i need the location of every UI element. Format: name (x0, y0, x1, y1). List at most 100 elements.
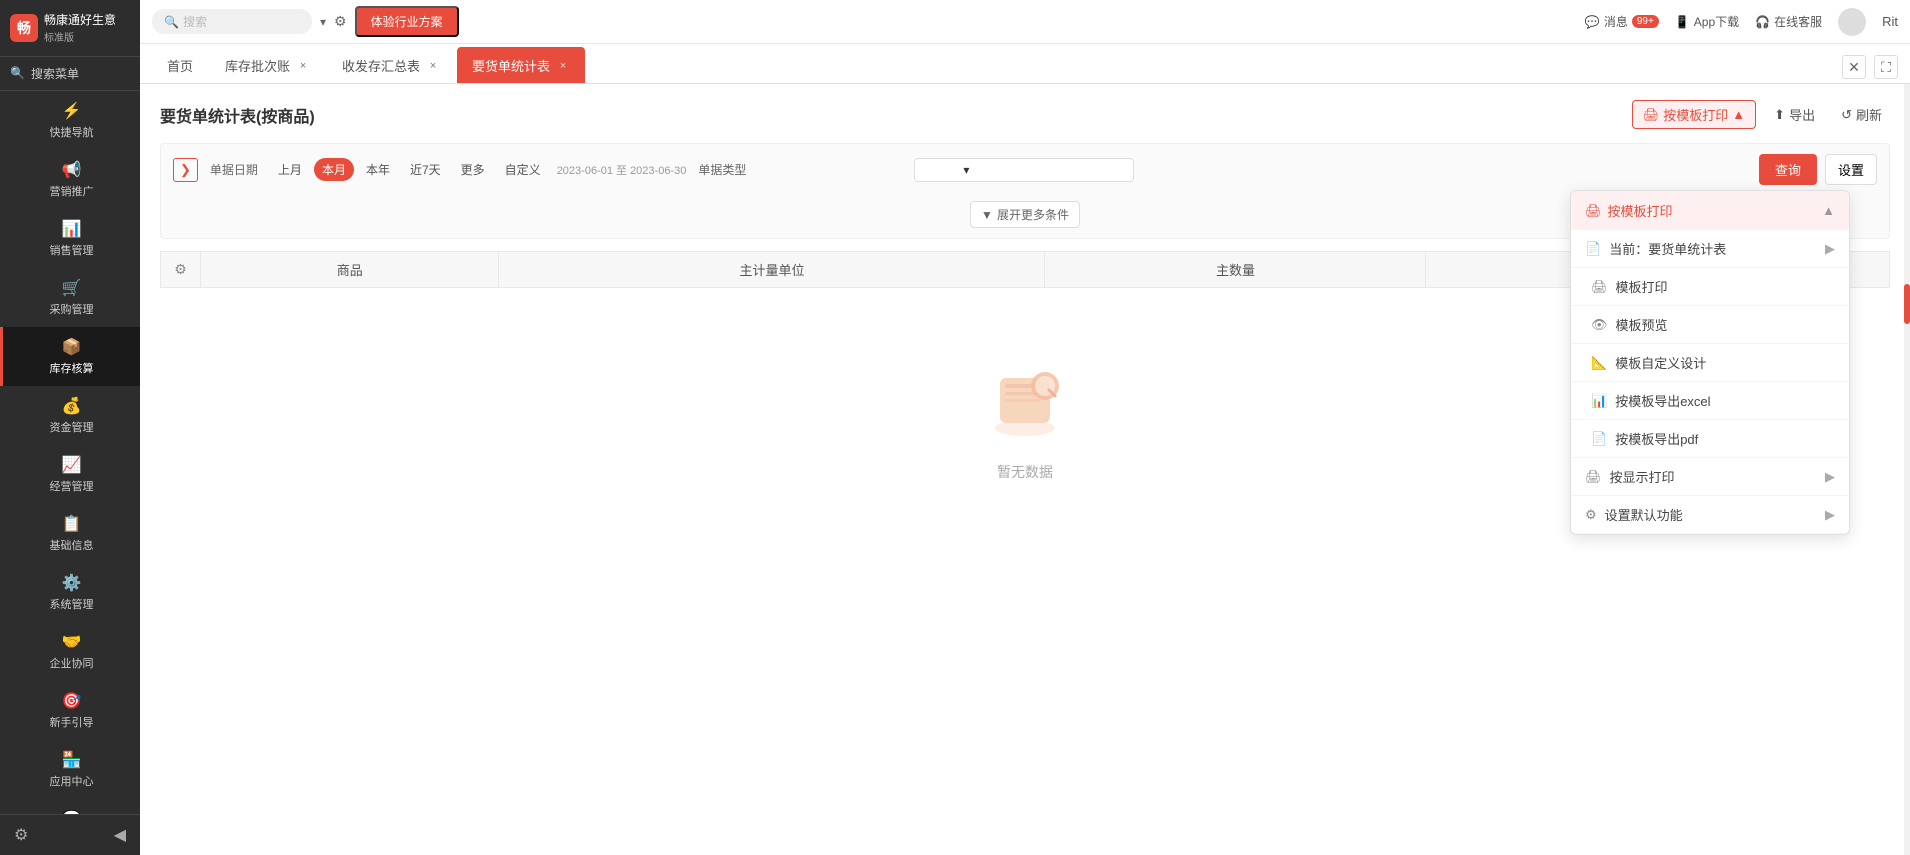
sidebar-item-purchase[interactable]: 🛒 采购管理 (0, 268, 140, 327)
export-button[interactable]: ⬆ 导出 (1766, 101, 1823, 128)
date-range-display: 2023-06-01 至 2023-06-30 (557, 162, 687, 178)
settings-footer-icon[interactable]: ⚙ (14, 825, 28, 845)
date-btn-this-month[interactable]: 本月 (314, 158, 354, 181)
page-content: 要货单统计表(按商品) 🖨 按模板打印 ▲ ⬆ 导出 ↺ 刷新 (140, 84, 1910, 855)
sidebar-item-marketing[interactable]: 📢 营销推广 (0, 150, 140, 209)
business-icon: 📈 (62, 455, 82, 475)
sidebar-item-finance[interactable]: 💰 资金管理 (0, 386, 140, 445)
date-btn-last-month[interactable]: 上月 (270, 158, 310, 181)
display-print-icon: 🖨 (1585, 469, 1602, 485)
tab-receipt-summary[interactable]: 收发存汇总表 × (327, 47, 455, 83)
page-inner: 要货单统计表(按商品) 🖨 按模板打印 ▲ ⬆ 导出 ↺ 刷新 (140, 84, 1910, 855)
tab-maximize-button[interactable]: ⛶ (1874, 55, 1898, 79)
search-icon: 🔍 (10, 66, 25, 80)
tab-home-label: 首页 (167, 56, 193, 75)
col-settings[interactable]: ⚙ (161, 252, 201, 288)
refresh-button[interactable]: ↺ 刷新 (1833, 101, 1890, 128)
dropdown-title: 按模板打印 (1608, 201, 1673, 220)
app-download-button[interactable]: 📱 App下载 (1675, 13, 1739, 30)
purchase-icon: 🛒 (62, 278, 82, 298)
tab-home[interactable]: 首页 (152, 47, 208, 83)
tab-inventory-batch[interactable]: 库存批次账 × (210, 47, 325, 83)
trial-button[interactable]: 体验行业方案 (355, 6, 459, 37)
template-pdf-icon: 📄 (1591, 431, 1607, 447)
sidebar-search-section[interactable]: 🔍 搜索菜单 (0, 57, 140, 91)
sidebar-item-collab[interactable]: 🤝 企业协同 (0, 622, 140, 681)
dropdown-chevron-up[interactable]: ▲ (1822, 203, 1835, 218)
sidebar-label-inventory: 库存核算 (50, 360, 94, 376)
sidebar-item-wechat[interactable]: 💬 企业微信 (0, 799, 140, 814)
dropdown-template-pdf[interactable]: 📄 按模板导出pdf (1571, 420, 1849, 458)
current-template-icon: 📄 (1585, 241, 1601, 257)
template-print-label: 模板打印 (1616, 277, 1668, 296)
current-template-label: 当前：要货单统计表 (1609, 239, 1726, 258)
col-quantity: 主数量 (1045, 252, 1426, 288)
sidebar-item-appstore[interactable]: 🏪 应用中心 (0, 740, 140, 799)
refresh-label: 刷新 (1856, 105, 1882, 124)
dropdown-template-print[interactable]: 🖨 模板打印 (1571, 268, 1849, 306)
topbar-dropdown-arrow[interactable]: ▾ (320, 15, 326, 29)
tab-close-button[interactable]: ✕ (1842, 55, 1866, 79)
dropdown-display-print[interactable]: 🖨 按显示打印 ▶ (1571, 458, 1849, 496)
date-btn-custom[interactable]: 自定义 (497, 158, 549, 181)
sidebar-item-newbie[interactable]: 🎯 新手引导 (0, 681, 140, 740)
table-settings-icon[interactable]: ⚙ (174, 261, 187, 277)
sidebar-label-appstore: 应用中心 (50, 773, 94, 789)
dropdown-template-excel[interactable]: 📊 按模板导出excel (1571, 382, 1849, 420)
sidebar-label-system: 系统管理 (50, 596, 94, 612)
app-version: 标准版 (44, 29, 116, 44)
print-template-label: 按模板打印 (1663, 105, 1728, 124)
settings-button[interactable]: 设置 (1825, 154, 1877, 185)
online-service-button[interactable]: 🎧 在线客服 (1755, 13, 1822, 30)
topbar-gear-icon[interactable]: ⚙ (334, 13, 347, 30)
filter-expand-left[interactable]: ❯ (173, 158, 198, 182)
export-label: 导出 (1789, 105, 1815, 124)
type-select-arrow: ▾ (963, 163, 969, 177)
message-button[interactable]: 💬 消息 99+ (1585, 13, 1659, 30)
sidebar-item-quick-nav[interactable]: ⚡ 快捷导航 (0, 91, 140, 150)
sidebar-label-purchase: 采购管理 (50, 301, 94, 317)
app-name: 畅康通好生意 (44, 12, 116, 29)
finance-icon: 💰 (62, 396, 82, 416)
sidebar-item-system[interactable]: ⚙️ 系统管理 (0, 563, 140, 622)
topbar-right: 💬 消息 99+ 📱 App下载 🎧 在线客服 Rit (1585, 8, 1898, 36)
sidebar-label-newbie: 新手引导 (50, 714, 94, 730)
topbar-search[interactable]: 🔍 搜索 (152, 9, 312, 34)
main-content: 🔍 搜索 ▾ ⚙ 体验行业方案 💬 消息 99+ 📱 App下载 🎧 在线客服 … (140, 0, 1910, 855)
tab-order-stats[interactable]: 要货单统计表 × (457, 47, 585, 83)
set-default-arrow: ▶ (1825, 507, 1835, 523)
date-btn-7days[interactable]: 近7天 (402, 158, 449, 181)
print-template-button[interactable]: 🖨 按模板打印 ▲ (1632, 100, 1756, 129)
avatar[interactable] (1838, 8, 1866, 36)
scrollbar-thumb[interactable] (1904, 284, 1910, 324)
date-btn-more[interactable]: 更多 (453, 158, 493, 181)
type-select[interactable]: ▾ (914, 158, 1134, 182)
dropdown-template-design[interactable]: 📐 模板自定义设计 (1571, 344, 1849, 382)
sidebar-item-business[interactable]: 📈 经营管理 (0, 445, 140, 504)
search-menu-label: 搜索菜单 (31, 65, 79, 82)
dropdown-template-preview[interactable]: 👁 模板预览 (1571, 306, 1849, 344)
sidebar-item-inventory[interactable]: 📦 库存核算 (0, 327, 140, 386)
date-btn-this-year[interactable]: 本年 (358, 158, 398, 181)
sidebar-item-sales[interactable]: 📊 销售管理 (0, 209, 140, 268)
logo-text-block: 畅康通好生意 标准版 (44, 12, 116, 44)
sidebar-label-collab: 企业协同 (50, 655, 94, 671)
audio-footer-icon[interactable]: ◀ (114, 825, 126, 845)
tab-order-stats-close[interactable]: × (556, 59, 570, 73)
dropdown-current-template[interactable]: 📄 当前：要货单统计表 ▶ (1571, 230, 1849, 268)
query-button[interactable]: 查询 (1759, 154, 1817, 185)
tab-receipt-summary-close[interactable]: × (426, 59, 440, 73)
expand-more-conditions-button[interactable]: ▼ 展开更多条件 (970, 201, 1080, 228)
template-preview-icon: 👁 (1591, 317, 1608, 333)
expand-label: 展开更多条件 (997, 206, 1069, 223)
tab-inventory-batch-close[interactable]: × (296, 59, 310, 73)
service-label: 在线客服 (1774, 13, 1822, 30)
export-icon: ⬆ (1774, 107, 1785, 123)
page-actions: 🖨 按模板打印 ▲ ⬆ 导出 ↺ 刷新 (1632, 100, 1890, 129)
template-design-label: 模板自定义设计 (1615, 353, 1706, 372)
sidebar-item-basics[interactable]: 📋 基础信息 (0, 504, 140, 563)
dropdown-set-default[interactable]: ⚙ 设置默认功能 ▶ (1571, 496, 1849, 534)
search-menu-button[interactable]: 🔍 搜索菜单 (10, 65, 130, 82)
message-badge: 99+ (1632, 15, 1659, 28)
display-print-label: 按显示打印 (1610, 467, 1675, 486)
